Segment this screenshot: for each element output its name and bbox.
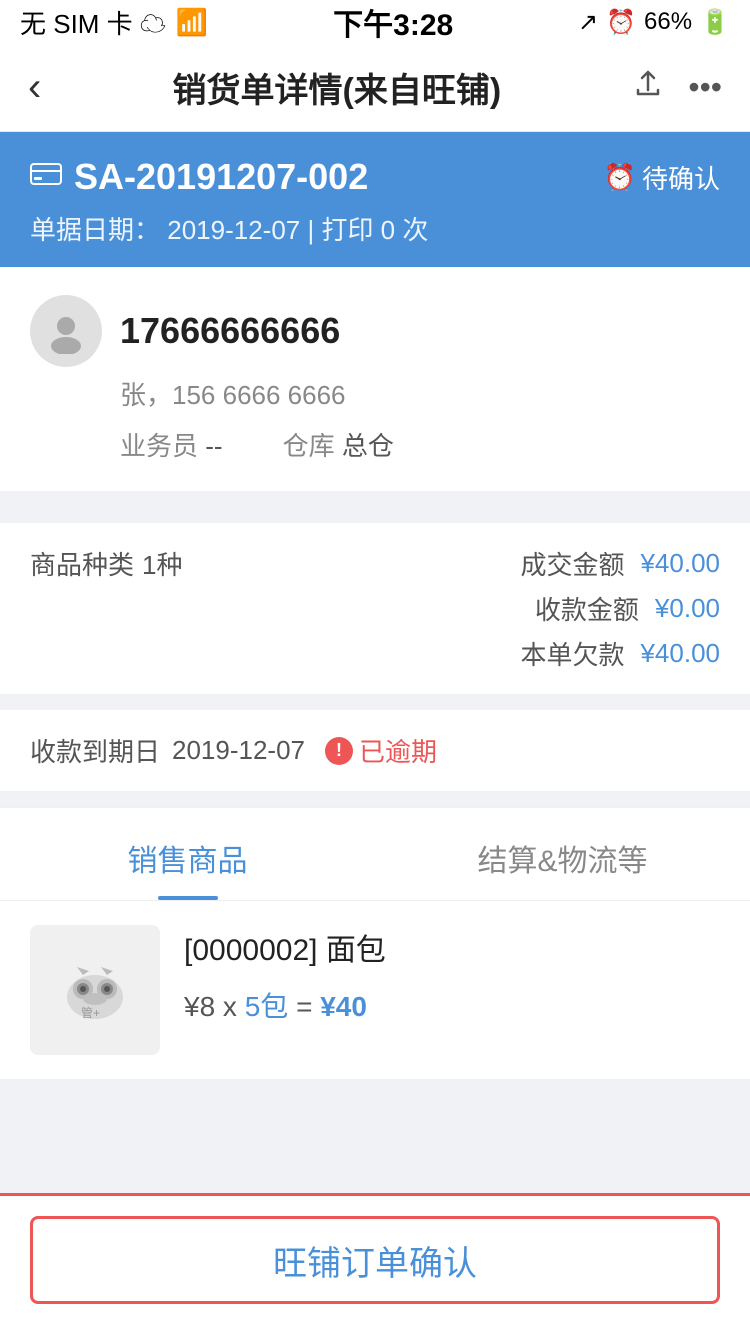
overdue-icon: ! bbox=[325, 737, 353, 765]
back-button[interactable]: ‹ bbox=[28, 65, 41, 110]
deal-amount-label: 成交金额 bbox=[520, 545, 624, 582]
tab-products[interactable]: 销售商品 bbox=[0, 808, 375, 900]
status-right: ↗ ⏰ 66% 🔋 bbox=[578, 8, 730, 37]
received-amount-line: 收款金额 ¥0.00 bbox=[535, 590, 720, 627]
warehouse-label: 仓库 bbox=[283, 431, 335, 461]
status-bar: 无 SIM 卡 ☁ 📶 下午3:28 ↗ ⏰ 66% 🔋 bbox=[0, 0, 750, 44]
product-price: ¥8 x 5包 = ¥40 bbox=[184, 985, 720, 1025]
staff-field: 业务员 -- bbox=[120, 426, 223, 463]
date-value: 2019-12-07 bbox=[167, 215, 300, 245]
status-text: 待确认 bbox=[642, 159, 720, 196]
equals-sign: = bbox=[296, 991, 320, 1022]
share-icon[interactable] bbox=[632, 68, 664, 108]
product-name: [0000002] 面包 bbox=[184, 925, 720, 969]
nav-actions: ••• bbox=[632, 68, 722, 108]
status-left: 无 SIM 卡 ☁ 📶 bbox=[20, 4, 208, 41]
tab-settlement[interactable]: 结算&物流等 bbox=[375, 808, 750, 900]
date-label: 单据日期： bbox=[30, 215, 160, 245]
product-info: [0000002] 面包 ¥8 x 5包 = ¥40 bbox=[184, 925, 720, 1025]
product-code: [0000002] bbox=[184, 934, 317, 967]
customer-meta: 业务员 -- 仓库 总仓 bbox=[120, 426, 720, 463]
order-status: ⏰ 待确认 bbox=[604, 159, 720, 196]
nav-bar: ‹ 销货单详情(来自旺铺) ••• bbox=[0, 44, 750, 132]
product-image: 管+ bbox=[30, 925, 160, 1055]
customer-section: 17666666666 张，156 6666 6666 业务员 -- 仓库 总仓 bbox=[0, 267, 750, 491]
battery-text: 66% bbox=[644, 8, 692, 36]
product-name-text: 面包 bbox=[326, 934, 386, 967]
status-clock-icon: ⏰ bbox=[604, 162, 636, 193]
warehouse-value: 总仓 bbox=[342, 431, 394, 461]
deal-amount-value: ¥40.00 bbox=[640, 548, 720, 579]
warehouse-field: 仓库 总仓 bbox=[283, 426, 394, 463]
no-sim-text: 无 SIM 卡 ☁ bbox=[20, 4, 166, 41]
amounts-right: 成交金额 ¥40.00 收款金额 ¥0.00 本单欠款 ¥40.00 bbox=[520, 545, 720, 672]
product-section: 管+ [0000002] 面包 ¥8 x 5包 = ¥40 bbox=[0, 901, 750, 1079]
staff-value: -- bbox=[205, 431, 222, 461]
overdue-badge: ! 已逾期 bbox=[325, 732, 437, 769]
overdue-text: 已逾期 bbox=[359, 732, 437, 769]
avatar bbox=[30, 295, 102, 367]
status-time: 下午3:28 bbox=[333, 0, 453, 44]
product-total: ¥40 bbox=[320, 991, 367, 1022]
tab-settlement-label: 结算&物流等 bbox=[477, 845, 647, 878]
owed-amount-value: ¥40.00 bbox=[640, 638, 720, 669]
price-unit: ¥8 x bbox=[184, 991, 245, 1022]
confirm-button[interactable]: 旺铺订单确认 bbox=[30, 1216, 720, 1304]
goods-type-label: 商品种类 bbox=[30, 545, 134, 582]
tab-products-label: 销售商品 bbox=[128, 845, 248, 878]
amounts-row: 商品种类 1种 成交金额 ¥40.00 收款金额 ¥0.00 本单欠款 ¥40.… bbox=[30, 545, 720, 672]
order-date-row: 单据日期： 2019-12-07 | 打印 0 次 bbox=[30, 210, 720, 247]
customer-name: 张，156 6666 6666 bbox=[120, 375, 720, 412]
due-section: 收款到期日 2019-12-07 ! 已逾期 bbox=[0, 694, 750, 791]
order-id: SA-20191207-002 bbox=[30, 156, 368, 198]
customer-phone: 17666666666 bbox=[120, 310, 340, 352]
tabs-row: 销售商品 结算&物流等 bbox=[0, 808, 750, 901]
wifi-icon: 📶 bbox=[176, 7, 208, 38]
goods-type-field: 商品种类 1种 bbox=[30, 545, 182, 582]
received-amount-value: ¥0.00 bbox=[655, 593, 720, 624]
order-header: SA-20191207-002 ⏰ 待确认 单据日期： 2019-12-07 |… bbox=[0, 132, 750, 267]
due-date-label: 收款到期日 bbox=[30, 732, 160, 769]
amounts-section: 商品种类 1种 成交金额 ¥40.00 收款金额 ¥0.00 本单欠款 ¥40.… bbox=[0, 507, 750, 694]
due-date-value: 2019-12-07 bbox=[172, 735, 305, 766]
owed-amount-label: 本单欠款 bbox=[520, 635, 624, 672]
alarm-icon: ⏰ bbox=[606, 8, 636, 37]
page-title: 销货单详情(来自旺铺) bbox=[173, 63, 502, 112]
received-amount-label: 收款金额 bbox=[535, 590, 639, 627]
battery-icon: 🔋 bbox=[700, 8, 730, 37]
tabs-section: 销售商品 结算&物流等 bbox=[0, 807, 750, 901]
goods-type-value: 1种 bbox=[142, 545, 182, 582]
customer-row: 17666666666 bbox=[30, 295, 720, 367]
location-icon: ↗ bbox=[578, 8, 598, 37]
owed-amount-line: 本单欠款 ¥40.00 bbox=[520, 635, 720, 672]
order-id-text: SA-20191207-002 bbox=[74, 156, 368, 198]
product-qty: 5包 bbox=[245, 991, 289, 1022]
more-icon[interactable]: ••• bbox=[688, 69, 722, 106]
confirm-button-label: 旺铺订单确认 bbox=[273, 1236, 477, 1285]
print-info: | 打印 0 次 bbox=[307, 215, 428, 245]
order-type-icon bbox=[30, 156, 62, 198]
confirm-btn-wrap: 旺铺订单确认 bbox=[0, 1193, 750, 1334]
staff-label: 业务员 bbox=[120, 431, 198, 461]
deal-amount-line: 成交金额 ¥40.00 bbox=[520, 545, 720, 582]
product-row: 管+ [0000002] 面包 ¥8 x 5包 = ¥40 bbox=[30, 925, 720, 1055]
svg-text:管+: 管+ bbox=[81, 1005, 100, 1020]
